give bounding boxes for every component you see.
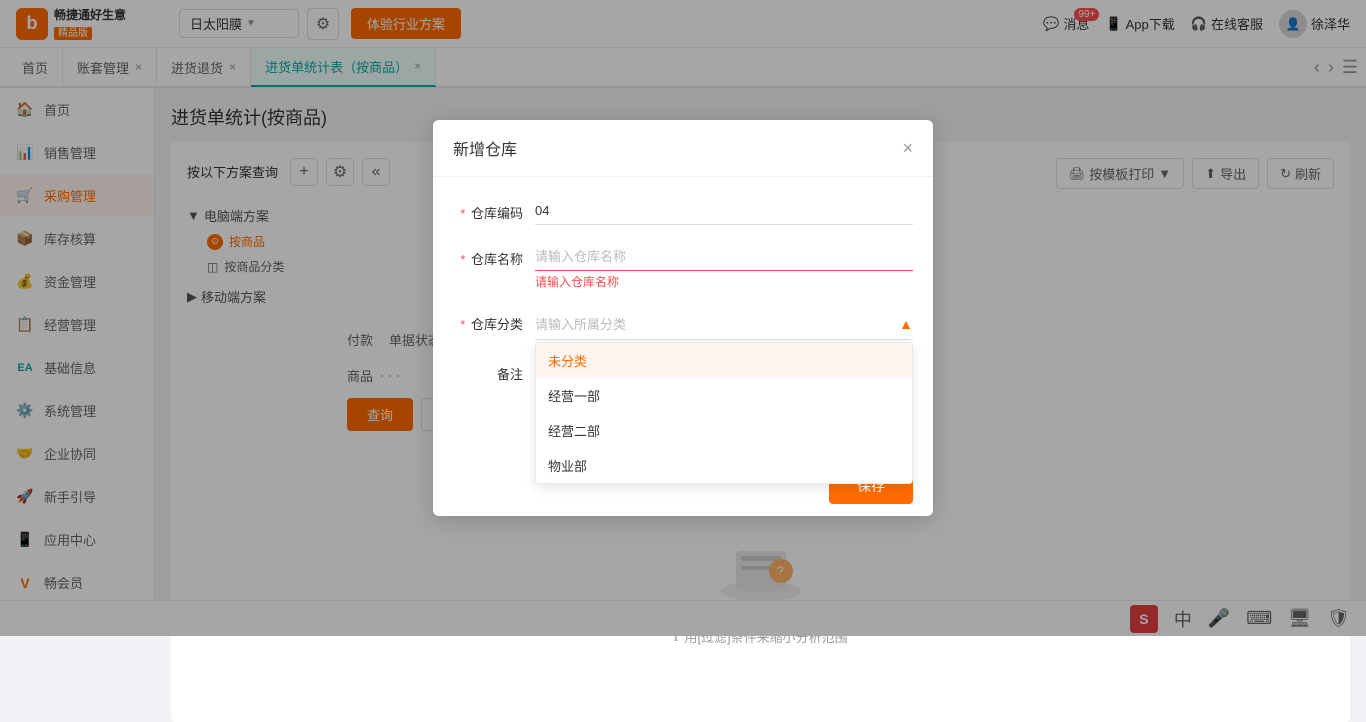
modal-title: 新增仓库 — [453, 136, 517, 160]
dropdown-item-ops2[interactable]: 经营二部 — [536, 413, 912, 448]
category-arrow-icon: ▲ — [899, 316, 913, 332]
code-label: * 仓库编码 — [453, 197, 523, 222]
modal-body: * 仓库编码 * 仓库名称 请输入仓库名称 * 仓库分类 — [433, 177, 933, 456]
name-error-msg: 请输入仓库名称 — [535, 273, 913, 290]
dropdown-item-unclassified[interactable]: 未分类 — [536, 343, 912, 378]
name-input[interactable] — [535, 243, 913, 271]
category-dropdown[interactable]: 请输入所属分类 ▲ — [535, 308, 913, 340]
dropdown-item-property[interactable]: 物业部 — [536, 448, 912, 483]
code-input-wrap — [535, 197, 913, 225]
code-input[interactable] — [535, 197, 913, 225]
modal-header: 新增仓库 × — [433, 120, 933, 177]
name-input-wrap: 请输入仓库名称 — [535, 243, 913, 290]
category-dropdown-list: 未分类 经营一部 经营二部 物业部 — [535, 342, 913, 484]
category-input-wrap: 请输入所属分类 ▲ 未分类 经营一部 经营二部 物业部 — [535, 308, 913, 340]
add-warehouse-modal: 新增仓库 × * 仓库编码 * 仓库名称 请输入仓库名称 — [433, 120, 933, 516]
note-label: 备注 — [453, 358, 523, 383]
code-row: * 仓库编码 — [453, 197, 913, 225]
category-label: * 仓库分类 — [453, 308, 523, 333]
category-row: * 仓库分类 请输入所属分类 ▲ 未分类 经营一部 经营二部 物业部 — [453, 308, 913, 340]
name-label: * 仓库名称 — [453, 243, 523, 268]
dropdown-item-ops1[interactable]: 经营一部 — [536, 378, 912, 413]
name-row: * 仓库名称 请输入仓库名称 — [453, 243, 913, 290]
modal-close-button[interactable]: × — [902, 138, 913, 159]
